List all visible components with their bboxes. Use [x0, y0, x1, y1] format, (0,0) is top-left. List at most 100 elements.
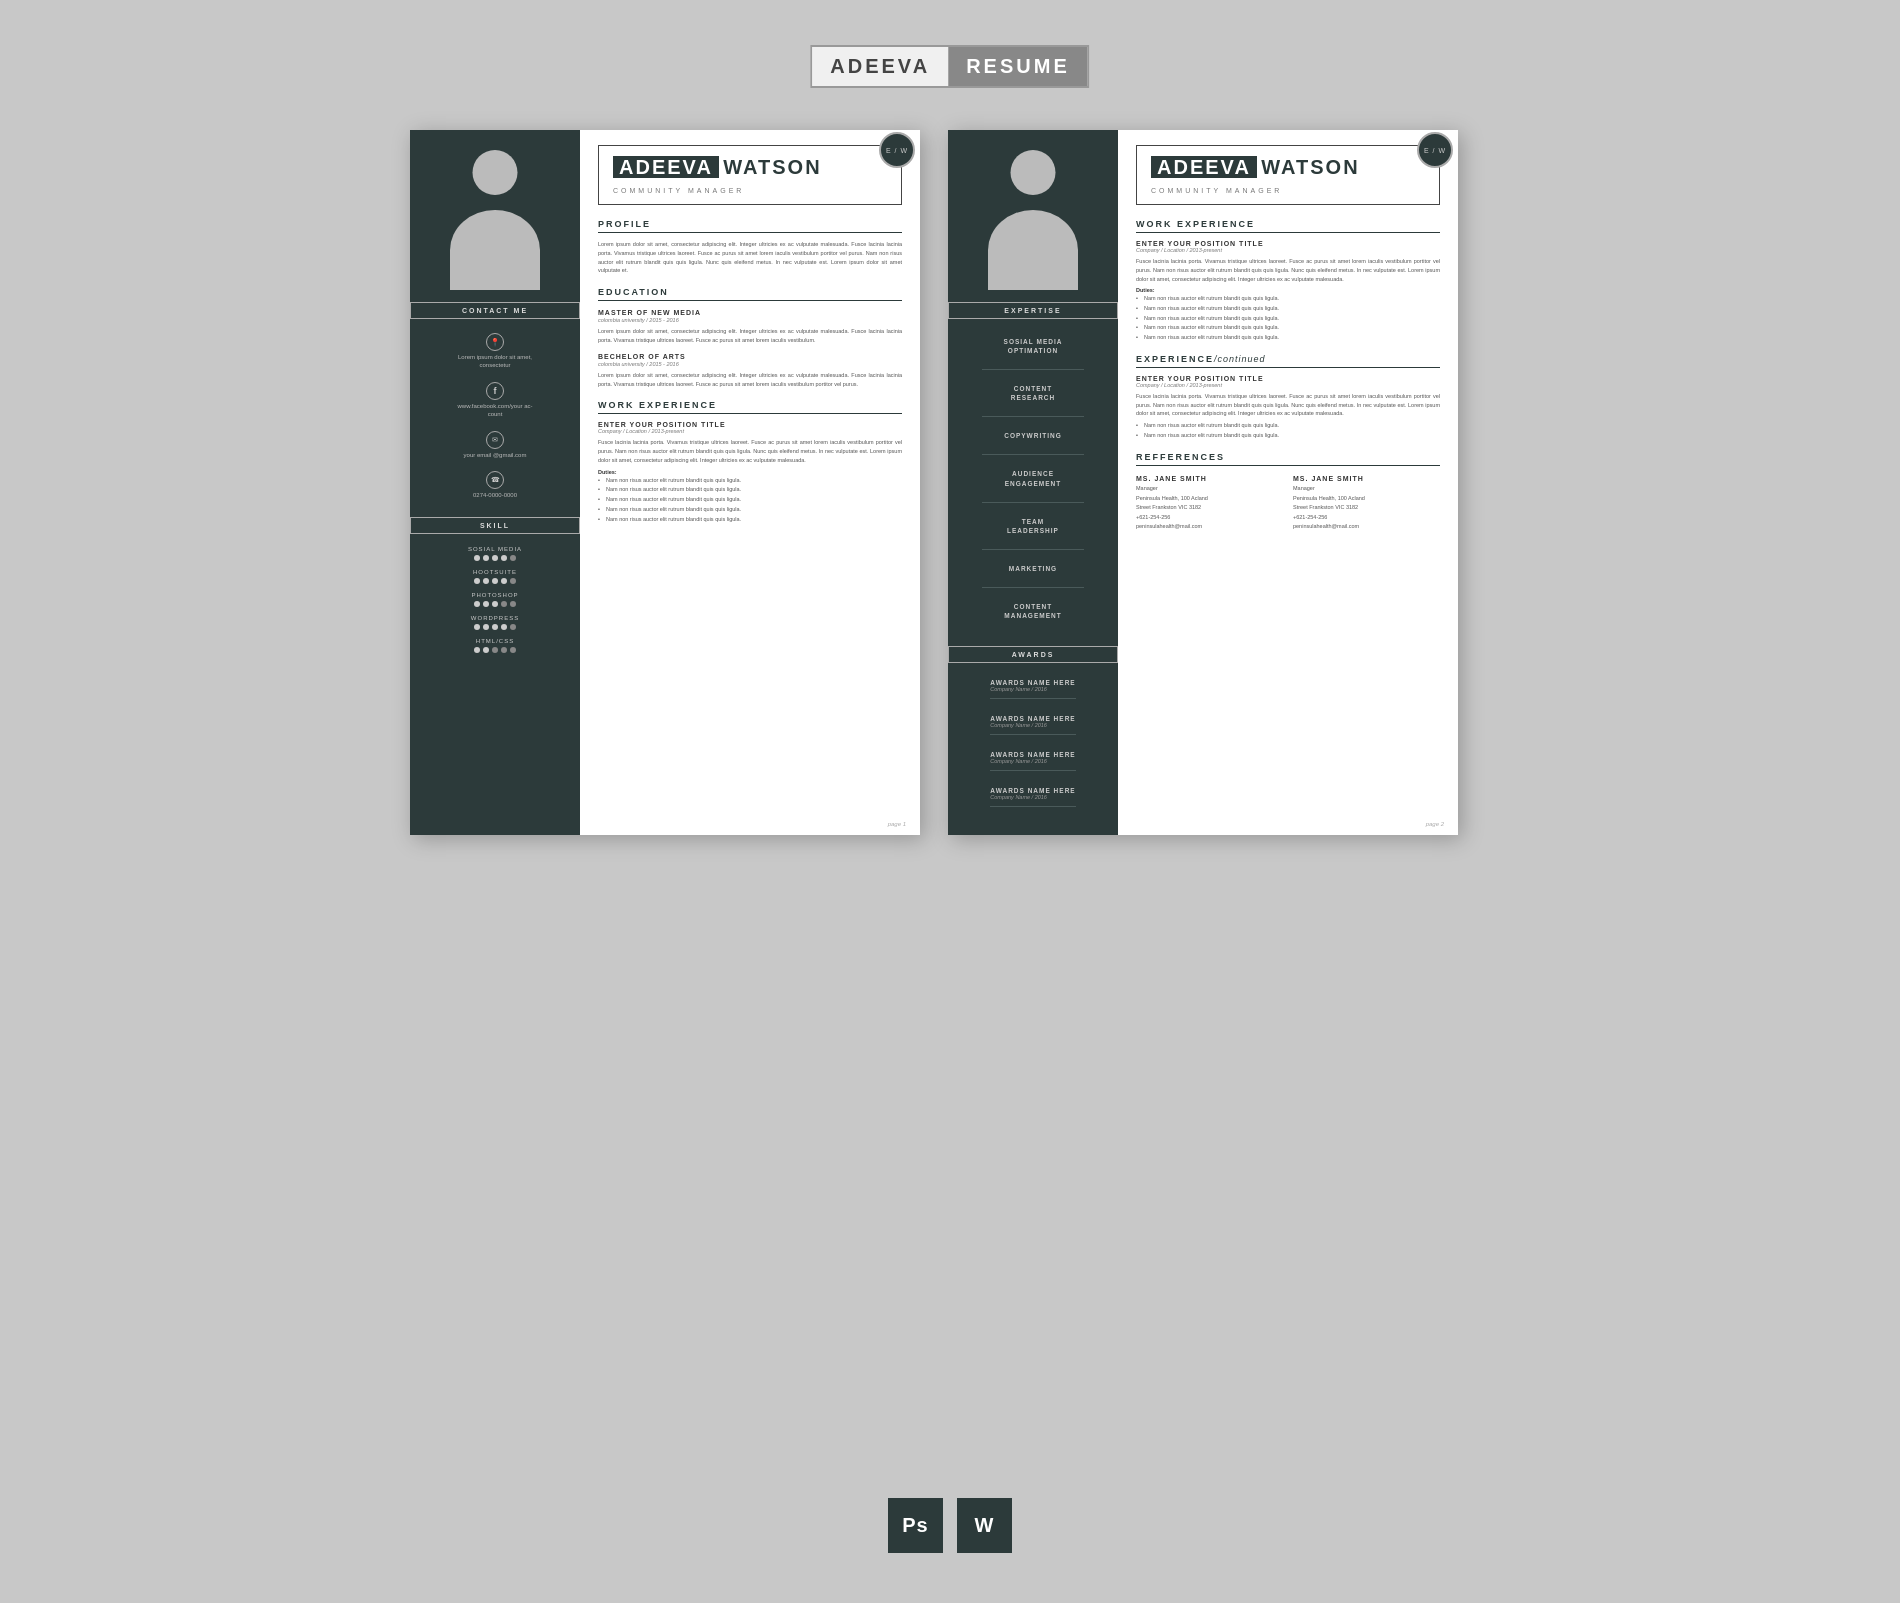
contact-email: ✉ your email @gmail.com	[410, 431, 580, 459]
awards-header: AWARDS	[948, 646, 1118, 663]
dot	[501, 555, 507, 561]
dot	[492, 647, 498, 653]
expertise-content-research: CONTENTRESEARCH	[1011, 384, 1055, 402]
degree1-sub: colombia university / 2015 - 2016	[598, 317, 902, 323]
expertise-social: SOSIAL MEDIAOPTIMATION	[1004, 337, 1063, 355]
dot	[483, 555, 489, 561]
award2-name: AWARDS NAME HERE	[990, 715, 1075, 722]
ref2-name: MS. JANE SMITH	[1293, 473, 1440, 485]
dot	[510, 555, 516, 561]
bullet-item: Nam non risus auctor elit rutrum blandit…	[1136, 305, 1440, 313]
page2-work1-text: Fusce lacinia lacinia porta. Vivamus tri…	[1136, 257, 1440, 283]
dot	[492, 601, 498, 607]
ref2-address: Street Frankston VIC 3182	[1293, 503, 1440, 512]
ref2-phone: +621-254-256	[1293, 513, 1440, 522]
bullet-item: Nam non risus auctor elit rutrum blandit…	[598, 516, 902, 524]
word-icon-box: W	[957, 1498, 1012, 1553]
award1-name: AWARDS NAME HERE	[990, 679, 1075, 686]
ref1-role: Manager	[1136, 484, 1283, 493]
dot	[510, 624, 516, 630]
skill-wordpress-dots	[422, 624, 568, 630]
ref1-email: peninsulahealth@mail.com	[1136, 522, 1283, 531]
page2-sidebar: EXPERTISE SOSIAL MEDIAOPTIMATION CONTENT…	[948, 130, 1118, 835]
divider	[982, 416, 1084, 417]
page1-number: page 1	[888, 821, 906, 827]
work1-text: Fusce lacinia lacinia porta. Vivamus tri…	[598, 438, 902, 464]
brand-name2: RESUME	[948, 47, 1088, 86]
page1-sidebar: CONTACT ME 📍 Lorem ipsum dolor sit amet,…	[410, 130, 580, 835]
page2-silhouette	[963, 130, 1103, 290]
divider	[982, 502, 1084, 503]
page2-work2-sub: Company / Location / 2013-present	[1136, 382, 1440, 388]
page-2: EXPERTISE SOSIAL MEDIAOPTIMATION CONTENT…	[948, 130, 1458, 835]
dot	[483, 578, 489, 584]
dot	[474, 555, 480, 561]
degree2-text: Lorem ipsum dolor sit amet, consectetur …	[598, 371, 902, 389]
page2-job-title: COMMUNITY MANAGER	[1151, 187, 1282, 194]
expertise-copywriting: COPYWRITING	[1004, 431, 1062, 440]
skill-hootsuite: HOOTSUITE	[410, 569, 580, 584]
skill-htmlcss-dots	[422, 647, 568, 653]
brand-header: ADEEVA RESUME	[810, 45, 1089, 88]
brand-name1: ADEEVA	[812, 47, 948, 86]
dot	[483, 601, 489, 607]
page1-monogram: E / W	[879, 132, 915, 168]
bullet-item: Nam non risus auctor elit rutrum blandit…	[1136, 324, 1440, 332]
contact-me-header: CONTACT ME	[410, 302, 580, 319]
bullet-item: Nam non risus auctor elit rutrum blandit…	[1136, 422, 1440, 430]
expertise-content-mgmt: CONTENTMANAGEMENT	[1004, 602, 1061, 620]
skill-photoshop: PHOTOSHOP	[410, 592, 580, 607]
education-heading: EDUCATION	[598, 287, 902, 301]
bullet-item: Nam non risus auctor elit rutrum blandit…	[598, 486, 902, 494]
dot	[501, 647, 507, 653]
page2-name-line: ADEEVA WATSON	[1151, 156, 1360, 179]
dot	[510, 601, 516, 607]
ref2-company: Peninsula Health, 100 Acland	[1293, 494, 1440, 503]
photoshop-label: Ps	[902, 1514, 928, 1537]
page2-work1-sub: Company / Location / 2013-present	[1136, 247, 1440, 253]
divider	[982, 454, 1084, 455]
duties-label: Duties:	[598, 469, 902, 475]
dot	[492, 624, 498, 630]
award4-company: Company Name / 2016	[990, 794, 1075, 800]
email-text: your email @gmail.com	[464, 451, 527, 459]
skill-photoshop-dots	[422, 601, 568, 607]
dot	[474, 601, 480, 607]
skill-photoshop-label: PHOTOSHOP	[422, 592, 568, 598]
bullet-item: Nam non risus auctor elit rutrum blandit…	[598, 506, 902, 514]
award3-name: AWARDS NAME HERE	[990, 751, 1075, 758]
divider	[982, 369, 1084, 370]
expertise-team: TEAMLEADERSHIP	[1007, 517, 1059, 535]
page2-work2-title: ENTER YOUR POSITION TITLE	[1136, 375, 1440, 382]
page2-work1-bullets: Nam non risus auctor elit rutrum blandit…	[1136, 295, 1440, 341]
photoshop-icon-box: Ps	[888, 1498, 943, 1553]
dot	[474, 647, 480, 653]
skill-header: SKILL	[410, 517, 580, 534]
facebook-text: www.facebook.com/your ac-count	[457, 402, 532, 419]
dot	[483, 647, 489, 653]
dot	[474, 624, 480, 630]
email-icon: ✉	[486, 431, 504, 449]
page1-name-last: WATSON	[723, 156, 821, 178]
bullet-item: Nam non risus auctor elit rutrum blandit…	[1136, 432, 1440, 440]
page2-work2-text: Fusce lacinia lacinia porta. Vivamus tri…	[1136, 392, 1440, 418]
dot	[492, 555, 498, 561]
ref-grid: MS. JANE SMITH Manager Peninsula Health,…	[1136, 473, 1440, 532]
contact-phone: ☎ 0274-0000-0000	[410, 471, 580, 499]
divider	[982, 587, 1084, 588]
skill-htmlcss: HTML/CSS	[410, 638, 580, 653]
page1-main: E / W ADEEVA WATSON COMMUNITY MANAGER PR…	[580, 130, 920, 835]
dot	[501, 624, 507, 630]
bullet-item: Nam non risus auctor elit rutrum blandit…	[1136, 295, 1440, 303]
page2-header-box: E / W ADEEVA WATSON COMMUNITY MANAGER	[1136, 145, 1440, 205]
page2-name-first: ADEEVA	[1151, 156, 1257, 178]
ref-heading: REFFERENCES	[1136, 452, 1440, 466]
ref1-company: Peninsula Health, 100 Acland	[1136, 494, 1283, 503]
bullet-item: Nam non risus auctor elit rutrum blandit…	[1136, 334, 1440, 342]
ref-2: MS. JANE SMITH Manager Peninsula Health,…	[1293, 473, 1440, 532]
location-icon: 📍	[486, 333, 504, 351]
degree1-title: MASTER OF NEW MEDIA	[598, 309, 902, 316]
ref1-phone: +621-254-256	[1136, 513, 1283, 522]
degree1-text: Lorem ipsum dolor sit amet, consectetur …	[598, 327, 902, 345]
page1-photo	[425, 130, 565, 290]
